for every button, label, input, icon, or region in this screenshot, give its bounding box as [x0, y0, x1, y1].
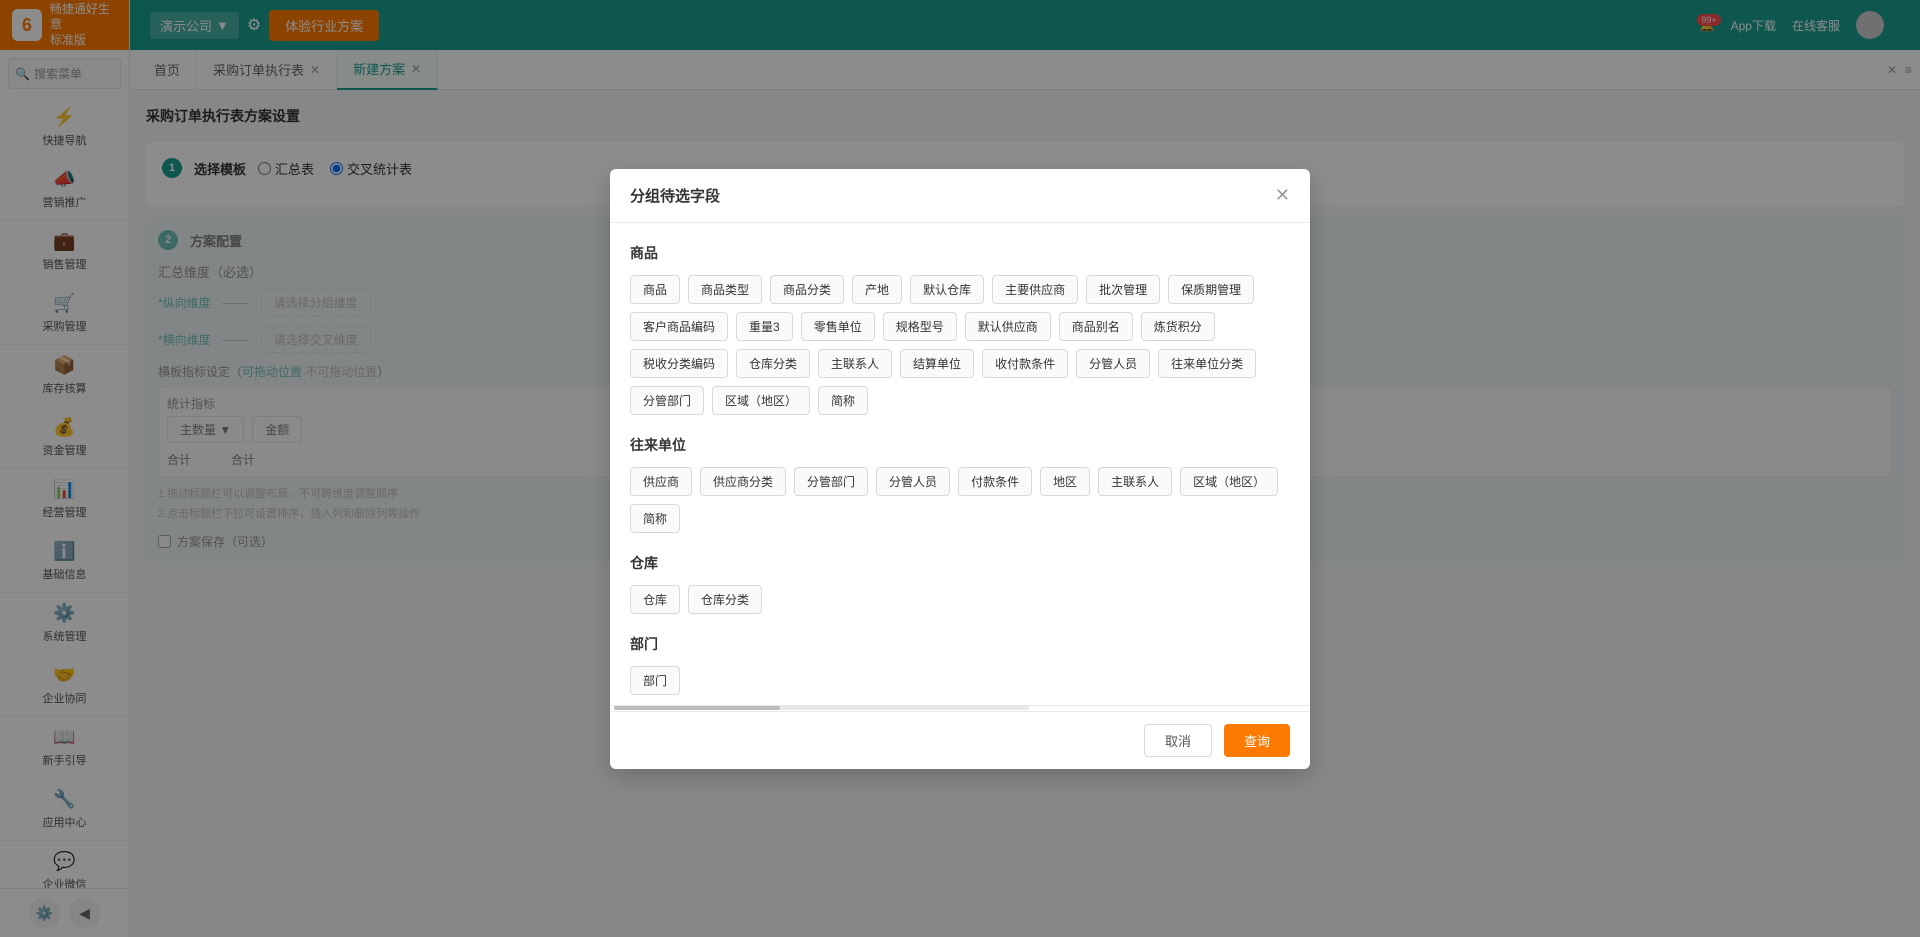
field-tag[interactable]: 商品分类 — [770, 275, 844, 304]
field-tags: 仓库仓库分类 — [630, 585, 1290, 614]
field-tag[interactable]: 税收分类编码 — [630, 349, 728, 378]
field-tag[interactable]: 规格型号 — [883, 312, 957, 341]
field-tag[interactable]: 部门 — [630, 666, 680, 695]
field-section-商品: 商品商品商品类型商品分类产地默认仓库主要供应商批次管理保质期管理客户商品编码重量… — [630, 243, 1290, 415]
field-tag[interactable]: 分管人员 — [876, 467, 950, 496]
field-tag[interactable]: 分管人员 — [1076, 349, 1150, 378]
modal-footer: 取消 查询 — [610, 711, 1310, 769]
field-tag[interactable]: 付款条件 — [958, 467, 1032, 496]
modal-close-button[interactable]: ✕ — [1275, 186, 1290, 204]
field-section-仓库: 仓库仓库仓库分类 — [630, 553, 1290, 614]
field-select-modal: 分组待选字段 ✕ 商品商品商品类型商品分类产地默认仓库主要供应商批次管理保质期管… — [610, 169, 1310, 769]
field-tag[interactable]: 重量3 — [736, 312, 793, 341]
field-tags: 供应商供应商分类分管部门分管人员付款条件地区主联系人区域（地区） 简称 — [630, 467, 1290, 533]
field-section-title: 往来单位 — [630, 435, 1290, 455]
modal-header: 分组待选字段 ✕ — [610, 169, 1310, 223]
modal-title: 分组待选字段 — [630, 185, 720, 206]
field-tag[interactable]: 简称 — [818, 386, 868, 415]
field-tag[interactable]: 地区 — [1040, 467, 1090, 496]
field-tag[interactable]: 仓库 — [630, 585, 680, 614]
field-tag[interactable]: 区域（地区） — [712, 386, 810, 415]
field-tag[interactable]: 往来单位分类 — [1158, 349, 1256, 378]
field-tag[interactable]: 区域（地区） — [1180, 467, 1278, 496]
field-tag[interactable]: 保质期管理 — [1168, 275, 1254, 304]
field-tag[interactable]: 仓库分类 — [688, 585, 762, 614]
field-tag[interactable]: 默认供应商 — [965, 312, 1051, 341]
field-tag[interactable]: 分管部门 — [794, 467, 868, 496]
field-tag[interactable]: 供应商 — [630, 467, 692, 496]
field-tag[interactable]: 供应商分类 — [700, 467, 786, 496]
field-tag[interactable]: 简称 — [630, 504, 680, 533]
field-section-往来单位: 往来单位供应商供应商分类分管部门分管人员付款条件地区主联系人区域（地区） 简称 — [630, 435, 1290, 533]
field-tag[interactable]: 默认仓库 — [910, 275, 984, 304]
modal-overlay: 分组待选字段 ✕ 商品商品商品类型商品分类产地默认仓库主要供应商批次管理保质期管… — [0, 0, 1920, 937]
modal-body: 商品商品商品类型商品分类产地默认仓库主要供应商批次管理保质期管理客户商品编码重量… — [610, 223, 1310, 705]
field-tag[interactable]: 分管部门 — [630, 386, 704, 415]
field-tag[interactable]: 客户商品编码 — [630, 312, 728, 341]
field-tag[interactable]: 收付款条件 — [982, 349, 1068, 378]
field-tag[interactable]: 仓库分类 — [736, 349, 810, 378]
field-tag[interactable]: 商品别名 — [1059, 312, 1133, 341]
field-tag[interactable]: 主联系人 — [1098, 467, 1172, 496]
cancel-button[interactable]: 取消 — [1144, 724, 1212, 757]
field-section-title: 商品 — [630, 243, 1290, 263]
field-tag[interactable]: 主要供应商 — [992, 275, 1078, 304]
field-tag[interactable]: 商品类型 — [688, 275, 762, 304]
field-section-部门: 部门部门 — [630, 634, 1290, 695]
field-tag[interactable]: 批次管理 — [1086, 275, 1160, 304]
field-tag[interactable]: 商品 — [630, 275, 680, 304]
field-tag[interactable]: 炼货积分 — [1141, 312, 1215, 341]
field-section-title: 仓库 — [630, 553, 1290, 573]
field-tags: 商品商品类型商品分类产地默认仓库主要供应商批次管理保质期管理客户商品编码重量3 零… — [630, 275, 1290, 415]
field-tag[interactable]: 产地 — [852, 275, 902, 304]
confirm-button[interactable]: 查询 — [1224, 724, 1290, 757]
field-tag[interactable]: 主联系人 — [818, 349, 892, 378]
field-tags: 部门 — [630, 666, 1290, 695]
field-tag[interactable]: 零售单位 — [801, 312, 875, 341]
field-tag[interactable]: 结算单位 — [900, 349, 974, 378]
field-section-title: 部门 — [630, 634, 1290, 654]
